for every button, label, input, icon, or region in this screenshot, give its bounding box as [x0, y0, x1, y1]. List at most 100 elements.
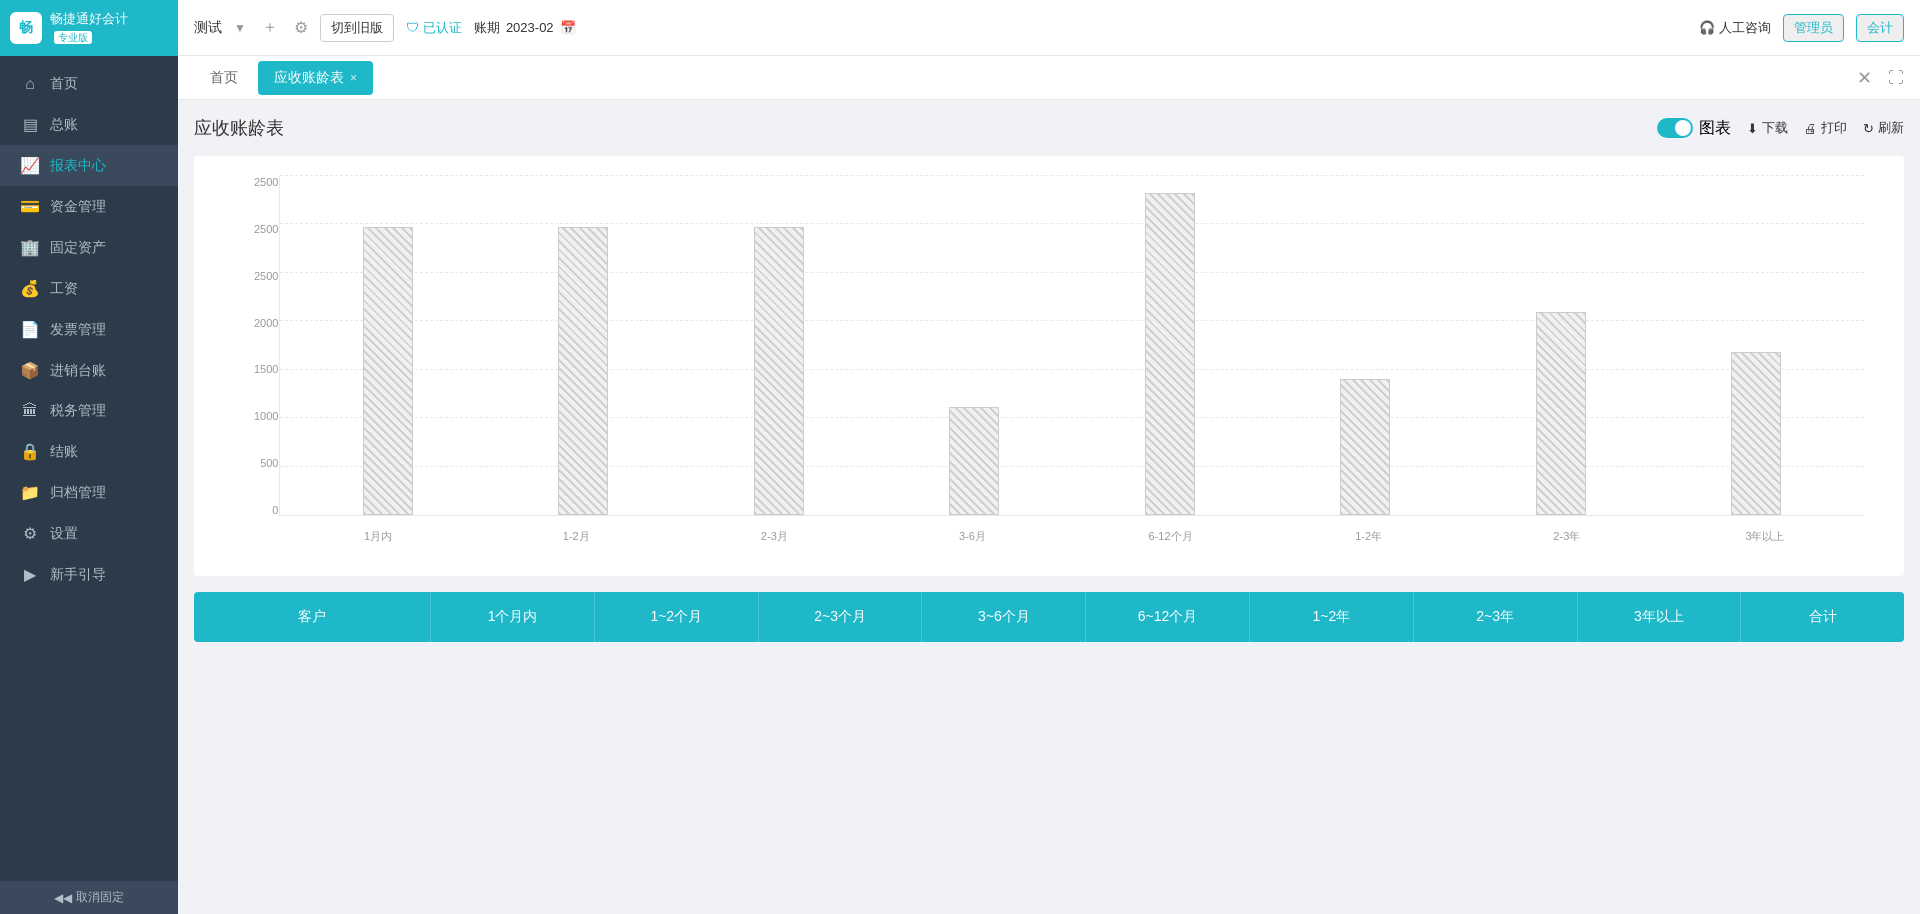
x-label-0: 1月内 — [279, 529, 477, 544]
th-customer: 客户 — [194, 592, 431, 642]
bar-group-6-12m — [1072, 176, 1268, 515]
role-button[interactable]: 会计 — [1856, 14, 1904, 42]
sidebar-item-label: 结账 — [50, 443, 78, 461]
th-total: 合计 — [1741, 592, 1904, 642]
bar-3-6m — [949, 407, 999, 515]
sidebar-item-label: 设置 — [50, 525, 78, 543]
close-account-icon: 🔒 — [20, 442, 40, 461]
sidebar-item-assets[interactable]: 🏢 固定资产 — [0, 227, 178, 268]
th-1-2y: 1~2年 — [1250, 592, 1414, 642]
table-section: 客户 1个月内 1~2个月 2~3个月 3~6个月 6~12个月 — [194, 592, 1904, 642]
sidebar-item-sales[interactable]: 📦 进销台账 — [0, 350, 178, 391]
tabbar-close-button[interactable]: ✕ — [1857, 67, 1872, 89]
th-1m: 1个月内 — [431, 592, 595, 642]
payroll-icon: 💰 — [20, 279, 40, 298]
bar-group-2-3m — [681, 176, 877, 515]
th-3-6m: 3~6个月 — [922, 592, 1086, 642]
consult-button[interactable]: 🎧 人工咨询 — [1699, 19, 1771, 37]
sidebar-item-close[interactable]: 🔒 结账 — [0, 431, 178, 472]
page-header: 应收账龄表 图表 ⬇ 下载 🖨 打印 ↻ 刷新 — [194, 116, 1904, 140]
add-button[interactable]: ＋ — [258, 16, 282, 40]
refresh-button[interactable]: ↻ 刷新 — [1863, 119, 1904, 137]
sidebar-item-payroll[interactable]: 💰 工资 — [0, 268, 178, 309]
y-label-3: 1500 — [254, 363, 278, 375]
print-button[interactable]: 🖨 打印 — [1804, 119, 1847, 137]
bar-3y — [1731, 352, 1781, 515]
sidebar-item-reports[interactable]: 📈 报表中心 — [0, 145, 178, 186]
bar-group-2-3y — [1463, 176, 1659, 515]
th-3y: 3年以上 — [1578, 592, 1742, 642]
x-label-7: 3年以上 — [1666, 529, 1864, 544]
switch-old-version-button[interactable]: 切到旧版 — [320, 14, 394, 42]
sidebar-item-label: 固定资产 — [50, 239, 106, 257]
bar-group-3-6m — [877, 176, 1073, 515]
y-label-1: 500 — [260, 457, 278, 469]
sidebar-item-label: 工资 — [50, 280, 78, 298]
chart-x-labels: 1月内 1-2月 2-3月 3-6月 6-12个月 1-2年 2-3年 3年以上 — [279, 516, 1864, 556]
bar-2-3y — [1536, 312, 1586, 515]
tabbar-expand-button[interactable]: ⛶ — [1888, 69, 1904, 87]
page-actions: 图表 ⬇ 下载 🖨 打印 ↻ 刷新 — [1657, 118, 1904, 139]
funds-icon: 💳 — [20, 197, 40, 216]
y-label-0: 0 — [272, 504, 278, 516]
tabbar: 首页 应收账龄表 × ✕ ⛶ — [178, 56, 1920, 100]
sidebar-item-guide[interactable]: ▶ 新手引导 — [0, 554, 178, 595]
cancel-fixed-button[interactable]: ◀◀ 取消固定 — [0, 881, 178, 914]
chart-toggle[interactable]: 图表 — [1657, 118, 1731, 139]
sidebar-item-home[interactable]: ⌂ 首页 — [0, 64, 178, 104]
sidebar-item-invoice[interactable]: 📄 发票管理 — [0, 309, 178, 350]
logo-icon: 畅 — [10, 12, 42, 44]
sidebar-item-label: 归档管理 — [50, 484, 106, 502]
chart-plot — [279, 176, 1864, 516]
settings-icon: ⚙ — [20, 524, 40, 543]
sidebar-item-tax[interactable]: 🏛 税务管理 — [0, 391, 178, 431]
user-button[interactable]: 管理员 — [1783, 14, 1844, 42]
reports-icon: 📈 — [20, 156, 40, 175]
x-label-2: 2-3月 — [675, 529, 873, 544]
settings-button[interactable]: ⚙ — [294, 18, 308, 37]
x-label-5: 1-2年 — [1270, 529, 1468, 544]
tab-close-button[interactable]: × — [350, 71, 357, 85]
company-dropdown-button[interactable]: ▼ — [234, 21, 246, 35]
topbar: 测试 ▼ ＋ ⚙ 切到旧版 🛡 已认证 账期 2023-02 📅 🎧 人工咨询 … — [178, 0, 1920, 56]
accounting-period: 账期 2023-02 📅 — [474, 19, 576, 37]
guide-icon: ▶ — [20, 565, 40, 584]
download-button[interactable]: ⬇ 下载 — [1747, 119, 1788, 137]
headset-icon: 🎧 — [1699, 20, 1715, 35]
tab-home[interactable]: 首页 — [194, 61, 254, 95]
bar-1-2m — [558, 227, 608, 515]
refresh-icon: ↻ — [1863, 121, 1874, 136]
y-label-5: 2500 — [254, 270, 278, 282]
bar-6-12m — [1145, 193, 1195, 515]
sidebar-item-label: 新手引导 — [50, 566, 106, 584]
x-label-1: 1-2月 — [477, 529, 675, 544]
toggle-track[interactable] — [1657, 118, 1693, 138]
bar-group-1-2y — [1268, 176, 1464, 515]
pin-icon: ◀◀ — [54, 891, 72, 905]
sidebar-nav: ⌂ 首页 ▤ 总账 📈 报表中心 💳 资金管理 🏢 固定资产 💰 工资 📄 发票… — [0, 56, 178, 881]
shield-icon: 🛡 — [406, 20, 419, 35]
calendar-icon[interactable]: 📅 — [560, 20, 576, 35]
th-6-12m: 6~12个月 — [1086, 592, 1250, 642]
sidebar: 畅 畅捷通好会计 专业版 ⌂ 首页 ▤ 总账 📈 报表中心 💳 资金管理 🏢 固… — [0, 0, 178, 914]
content-area: 应收账龄表 图表 ⬇ 下载 🖨 打印 ↻ 刷新 — [178, 100, 1920, 914]
sidebar-item-funds[interactable]: 💳 资金管理 — [0, 186, 178, 227]
y-label-2: 1000 — [254, 410, 278, 422]
home-icon: ⌂ — [20, 75, 40, 93]
app-logo: 畅 畅捷通好会计 专业版 — [0, 0, 178, 56]
chart-section: 2500 2500 2500 2000 1500 1000 500 0 — [194, 156, 1904, 576]
tab-aging-report[interactable]: 应收账龄表 × — [258, 61, 373, 95]
tax-icon: 🏛 — [20, 402, 40, 420]
sidebar-item-label: 资金管理 — [50, 198, 106, 216]
archive-icon: 📁 — [20, 483, 40, 502]
bar-1-2y — [1340, 379, 1390, 515]
bar-group-1m — [290, 176, 486, 515]
sidebar-item-label: 总账 — [50, 116, 78, 134]
sidebar-item-archive[interactable]: 📁 归档管理 — [0, 472, 178, 513]
main-content: 测试 ▼ ＋ ⚙ 切到旧版 🛡 已认证 账期 2023-02 📅 🎧 人工咨询 … — [178, 0, 1920, 914]
toggle-thumb — [1675, 120, 1691, 136]
download-icon: ⬇ — [1747, 121, 1758, 136]
sidebar-item-ledger[interactable]: ▤ 总账 — [0, 104, 178, 145]
th-2-3y: 2~3年 — [1414, 592, 1578, 642]
sidebar-item-settings[interactable]: ⚙ 设置 — [0, 513, 178, 554]
